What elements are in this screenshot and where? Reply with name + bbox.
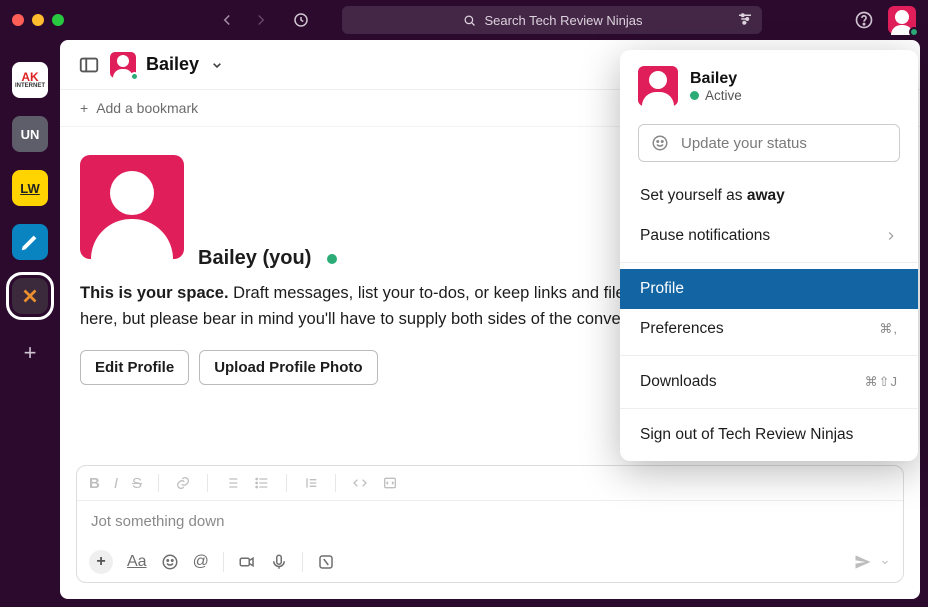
workspace-tile-active[interactable]	[12, 278, 48, 314]
profile-display-name: Bailey (you)	[198, 247, 311, 269]
nav-forward-icon[interactable]	[252, 11, 270, 29]
bold-icon[interactable]: B	[89, 475, 100, 492]
toggle-sidebar-icon[interactable]	[78, 54, 100, 76]
mention-icon[interactable]: @	[193, 553, 209, 571]
workspace-tile-un[interactable]: UN	[12, 116, 48, 152]
italic-icon[interactable]: I	[114, 475, 118, 492]
presence-dot-icon	[327, 254, 337, 264]
workspace-tile-lw[interactable]: LW	[12, 170, 48, 206]
message-composer: B I S Jot something down + Aa @	[76, 465, 904, 583]
emoji-icon[interactable]	[161, 553, 179, 571]
downloads-shortcut: ⌘⇧J	[865, 374, 898, 390]
chevron-right-icon	[884, 229, 898, 243]
search-filter-icon[interactable]	[736, 10, 754, 28]
minimize-window[interactable]	[32, 14, 44, 26]
presence-dot-icon	[909, 27, 919, 37]
profile-item[interactable]: Profile	[620, 269, 918, 309]
search-placeholder: Search Tech Review Ninjas	[485, 13, 643, 28]
code-icon[interactable]	[352, 475, 368, 491]
preferences-item[interactable]: Preferences ⌘,	[620, 309, 918, 349]
workspace-tile-pen[interactable]	[12, 224, 48, 260]
send-icon[interactable]	[853, 552, 873, 572]
link-icon[interactable]	[175, 475, 191, 491]
blockquote-icon[interactable]	[303, 475, 319, 491]
global-search[interactable]: Search Tech Review Ninjas	[342, 6, 762, 34]
status-placeholder: Update your status	[681, 135, 807, 152]
upload-photo-button[interactable]: Upload Profile Photo	[199, 350, 377, 385]
chevron-down-icon[interactable]	[209, 57, 225, 73]
emoji-icon	[651, 134, 669, 152]
shortcut-icon[interactable]	[317, 553, 335, 571]
user-menu-avatar	[638, 66, 678, 106]
user-menu: Bailey Active Update your status Set you…	[620, 50, 918, 461]
set-away-item[interactable]: Set yourself as away	[620, 176, 918, 216]
bullet-list-icon[interactable]	[254, 475, 270, 491]
user-menu-presence: Active	[690, 88, 742, 103]
video-icon[interactable]	[238, 553, 256, 571]
user-avatar-button[interactable]	[888, 6, 916, 34]
ordered-list-icon[interactable]	[224, 475, 240, 491]
send-options-icon[interactable]	[879, 556, 891, 568]
attach-button[interactable]: +	[89, 550, 113, 574]
profile-avatar	[80, 155, 184, 259]
workspace-rail: AKINTERNET UN LW +	[0, 40, 60, 607]
history-icon[interactable]	[292, 11, 310, 29]
strike-icon[interactable]: S	[132, 475, 142, 492]
nav-back-icon[interactable]	[218, 11, 236, 29]
bookmark-label: Add a bookmark	[96, 100, 198, 116]
sign-out-item[interactable]: Sign out of Tech Review Ninjas	[620, 415, 918, 455]
format-toolbar: B I S	[77, 466, 903, 501]
composer-input[interactable]: Jot something down	[77, 501, 903, 542]
downloads-item[interactable]: Downloads ⌘⇧J	[620, 362, 918, 402]
mic-icon[interactable]	[270, 553, 288, 571]
channel-avatar	[110, 52, 136, 78]
plus-icon: +	[80, 100, 88, 116]
codeblock-icon[interactable]	[382, 475, 398, 491]
window-controls	[12, 14, 64, 26]
preferences-shortcut: ⌘,	[879, 321, 898, 337]
channel-name[interactable]: Bailey	[146, 54, 199, 75]
user-menu-name: Bailey	[690, 70, 742, 88]
add-workspace-button[interactable]: +	[24, 340, 37, 366]
format-toggle-icon[interactable]: Aa	[127, 553, 147, 571]
titlebar: Search Tech Review Ninjas	[0, 0, 928, 40]
status-input[interactable]: Update your status	[638, 124, 900, 162]
search-icon	[462, 13, 477, 28]
edit-profile-button[interactable]: Edit Profile	[80, 350, 189, 385]
pause-notifications-item[interactable]: Pause notifications	[620, 216, 918, 256]
workspace-tile-ak[interactable]: AKINTERNET	[12, 62, 48, 98]
close-window[interactable]	[12, 14, 24, 26]
maximize-window[interactable]	[52, 14, 64, 26]
help-icon[interactable]	[854, 10, 874, 30]
